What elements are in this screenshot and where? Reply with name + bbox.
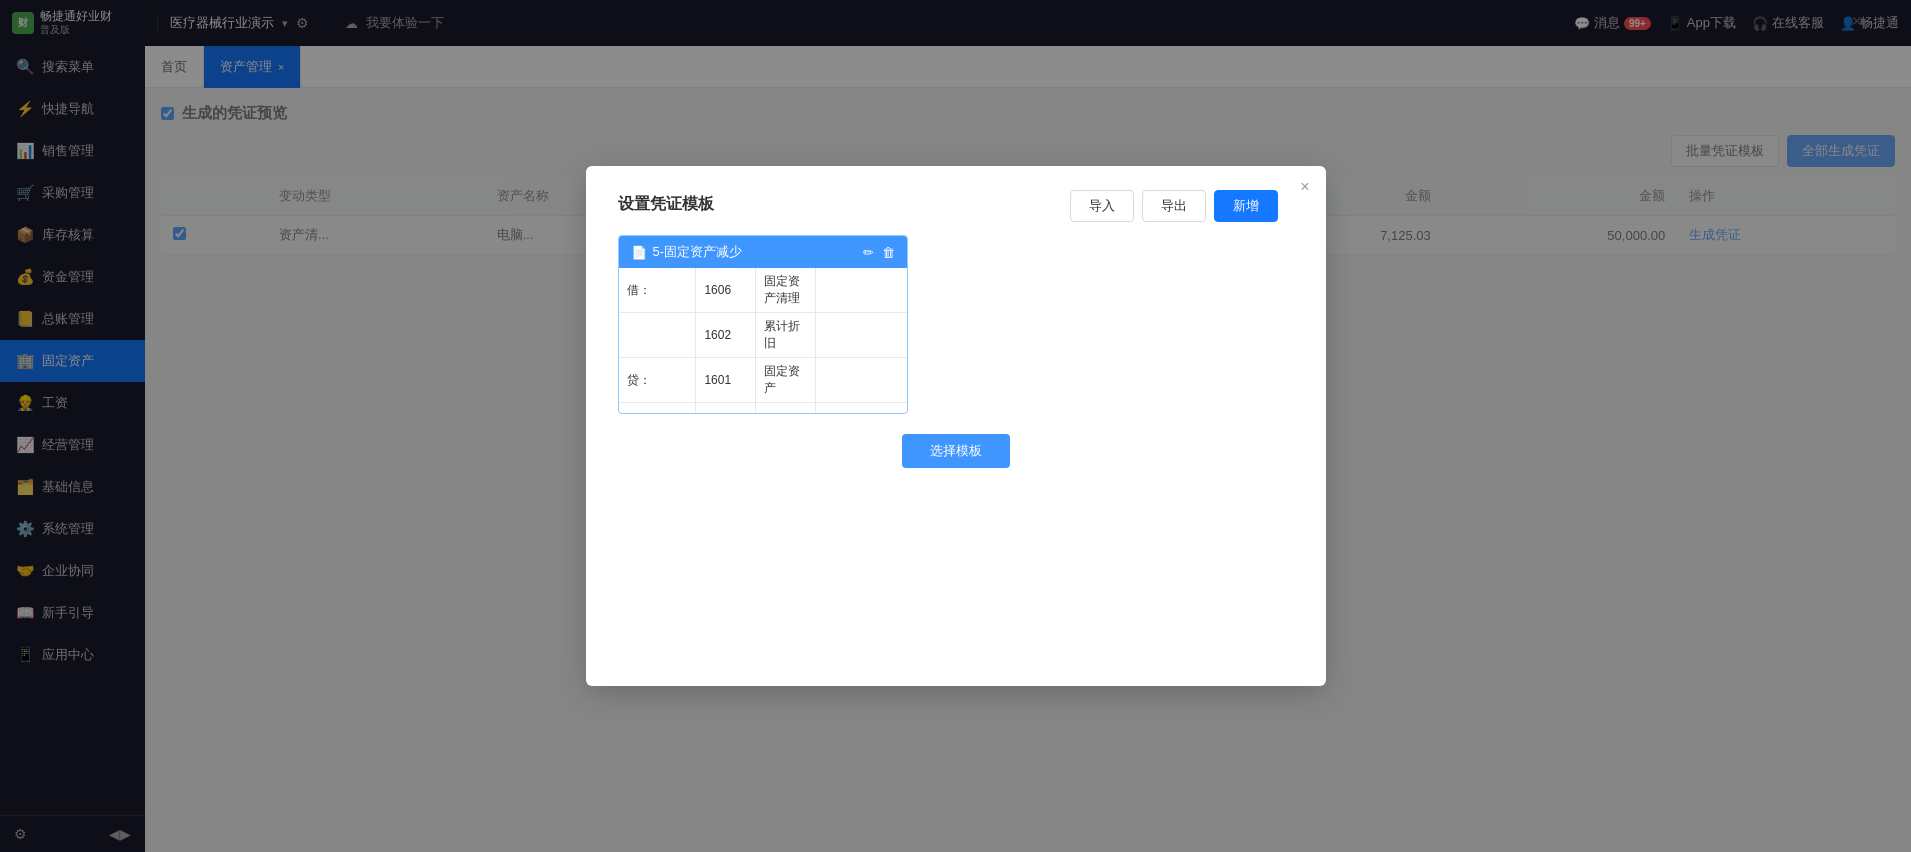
template-card-header: 📄 5-固定资产减少 ✏ 🗑 (619, 236, 907, 268)
new-template-btn[interactable]: 新增 (1214, 190, 1278, 222)
extra-cell-3b (876, 358, 907, 403)
import-btn[interactable]: 导入 (1070, 190, 1134, 222)
extra-cell-2a (816, 313, 876, 358)
code-cell-4 (696, 403, 756, 414)
template-name: 5-固定资产减少 (653, 243, 743, 261)
template-accounts-table: 借： 1606 固定资产清理 1602 累计折旧 (619, 268, 907, 413)
direction-cell-4 (619, 403, 696, 414)
template-row-1: 借： 1606 固定资产清理 (619, 268, 907, 313)
name-cell-1: 固定资产清理 (756, 268, 816, 313)
export-btn[interactable]: 导出 (1142, 190, 1206, 222)
modal-overlay: 设置凭证模板 × 导入 导出 新增 📄 5-固定资产减少 ✏ 🗑 (0, 0, 1911, 852)
modal-close-btn[interactable]: × (1300, 178, 1309, 196)
template-row-2: 1602 累计折旧 (619, 313, 907, 358)
extra-cell-4a (816, 403, 876, 414)
template-doc-icon: 📄 (631, 245, 647, 260)
direction-cell-1: 借： (619, 268, 696, 313)
extra-cell-3a (816, 358, 876, 403)
template-row-3: 贷： 1601 固定资产 (619, 358, 907, 403)
modal: 设置凭证模板 × 导入 导出 新增 📄 5-固定资产减少 ✏ 🗑 (586, 166, 1326, 686)
modal-toolbar: 导入 导出 新增 (1070, 190, 1278, 222)
template-header-actions: ✏ 🗑 (863, 245, 895, 260)
code-cell-3: 1601 (696, 358, 756, 403)
name-cell-4 (756, 403, 816, 414)
template-card-body: 借： 1606 固定资产清理 1602 累计折旧 (619, 268, 907, 413)
template-header-left: 📄 5-固定资产减少 (631, 243, 743, 261)
code-cell-1: 1606 (696, 268, 756, 313)
name-cell-2: 累计折旧 (756, 313, 816, 358)
template-row-4 (619, 403, 907, 414)
direction-cell-2 (619, 313, 696, 358)
code-cell-2: 1602 (696, 313, 756, 358)
choose-template-btn[interactable]: 选择模板 (902, 434, 1010, 468)
name-cell-3: 固定资产 (756, 358, 816, 403)
template-card: 📄 5-固定资产减少 ✏ 🗑 借： 1606 固定资产清 (618, 235, 908, 414)
edit-template-icon[interactable]: ✏ (863, 245, 874, 260)
extra-cell-1b (876, 268, 907, 313)
delete-template-icon[interactable]: 🗑 (882, 245, 895, 260)
extra-cell-2b (876, 313, 907, 358)
extra-cell-1a (816, 268, 876, 313)
direction-cell-3: 贷： (619, 358, 696, 403)
extra-cell-4b (876, 403, 907, 414)
